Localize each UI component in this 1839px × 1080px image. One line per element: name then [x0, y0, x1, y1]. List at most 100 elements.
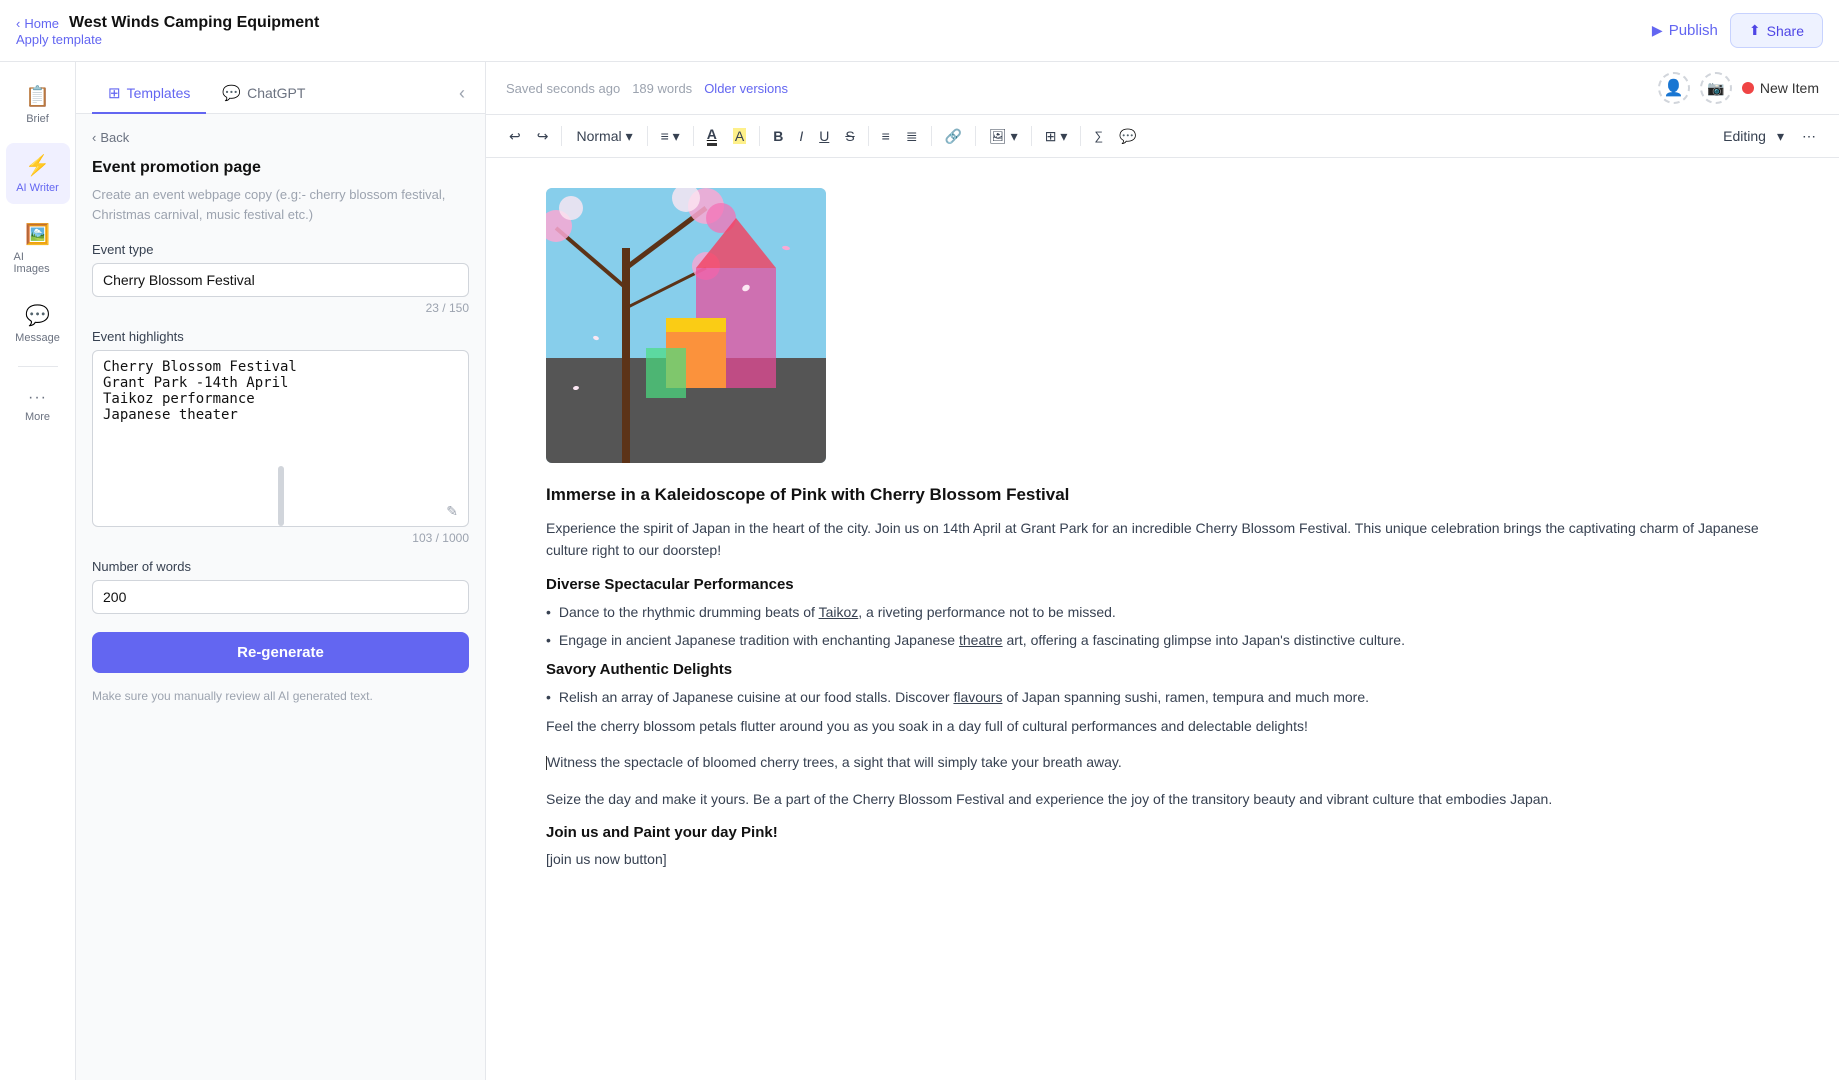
toolbar-sep-7 — [975, 126, 976, 146]
home-link[interactable]: ‹ Home — [16, 16, 59, 31]
regenerate-button[interactable]: Re-generate — [92, 632, 469, 673]
sidebar-item-ai-images[interactable]: 🖼️ AI Images — [6, 212, 70, 285]
ai-writer-icon: ⚡ — [25, 153, 50, 178]
editor-para3: Seize the day and make it yours. Be a pa… — [546, 788, 1779, 810]
top-bar-right: ▶ Publish ⬆ Share — [1652, 13, 1823, 48]
new-item-dot — [1742, 82, 1754, 94]
panel-description: Create an event webpage copy (e.g:- cher… — [92, 185, 469, 224]
bullet-item-3: Relish an array of Japanese cuisine at o… — [546, 686, 1779, 708]
sidebar-item-message[interactable]: 💬 Message — [6, 293, 70, 354]
ai-images-icon: 🖼️ — [25, 222, 50, 247]
align-button[interactable]: ≡ ▾ — [654, 123, 687, 150]
older-versions-link[interactable]: Older versions — [704, 81, 788, 96]
toolbar-sep-8 — [1031, 126, 1032, 146]
word-count-badge: 189 words — [632, 81, 692, 96]
editor-para2: Witness the spectacle of bloomed cherry … — [546, 751, 1779, 773]
camera-icon: 📷 — [1707, 80, 1724, 97]
panel-content: ‹ Back Event promotion page Create an ev… — [76, 114, 485, 1080]
italic-button[interactable]: I — [792, 123, 810, 149]
collapse-panel-button[interactable]: ‹ — [455, 79, 469, 108]
event-type-label: Event type — [92, 242, 469, 257]
char-count: 23 / 150 — [92, 301, 469, 315]
flavours-link[interactable]: flavours — [953, 689, 1002, 705]
publish-play-icon: ▶ — [1652, 22, 1663, 39]
panel-tabs: ⊞ Templates 💬 ChatGPT ‹ — [76, 62, 485, 114]
user-icon: 👤 — [1664, 78, 1684, 98]
cta-heading: Join us and Paint your day Pink! — [546, 824, 1779, 841]
avatar-circle-1: 👤 — [1658, 72, 1690, 104]
editing-chevron[interactable]: ▾ — [1770, 123, 1791, 150]
editor-para1: Feel the cherry blossom petals flutter a… — [546, 715, 1779, 737]
toolbar-sep-6 — [931, 126, 932, 146]
sidebar-divider — [18, 366, 58, 367]
publish-button[interactable]: ▶ Publish — [1652, 22, 1718, 39]
chevron-left-icon: ‹ — [16, 16, 20, 31]
apply-template-link[interactable]: Apply template — [16, 32, 319, 47]
link-button[interactable]: 🔗 — [938, 123, 969, 150]
undo-button[interactable]: ↩ — [502, 123, 528, 150]
table-button[interactable]: ⊞ ▾ — [1038, 123, 1075, 150]
templates-icon: ⊞ — [108, 84, 121, 102]
strikethrough-button[interactable]: S — [838, 123, 861, 149]
bullet-list-button[interactable]: ≡ — [875, 123, 897, 149]
main-layout: 📋 Brief ⚡ AI Writer 🖼️ AI Images 💬 Messa… — [0, 62, 1839, 1080]
edit-icon: ✎ — [446, 503, 458, 520]
text-color-button[interactable]: A — [700, 121, 724, 151]
sidebar-item-brief[interactable]: 📋 Brief — [6, 74, 70, 135]
highlight-button[interactable]: A — [726, 123, 753, 149]
event-highlights-label: Event highlights — [92, 329, 469, 344]
icon-sidebar: 📋 Brief ⚡ AI Writer 🖼️ AI Images 💬 Messa… — [0, 62, 76, 1080]
message-icon: 💬 — [25, 303, 50, 328]
bullet-item-2: Engage in ancient Japanese tradition wit… — [546, 629, 1779, 651]
number-of-words-label: Number of words — [92, 559, 469, 574]
bullet-item-1: Dance to the rhythmic drumming beats of … — [546, 601, 1779, 623]
redo-button[interactable]: ↪ — [530, 123, 556, 150]
toolbar-sep-2 — [647, 126, 648, 146]
bold-button[interactable]: B — [766, 123, 790, 149]
editing-label: Editing — [1723, 128, 1766, 144]
panel-sidebar: ⊞ Templates 💬 ChatGPT ‹ ‹ Back Event pro… — [76, 62, 486, 1080]
sidebar-item-ai-writer[interactable]: ⚡ AI Writer — [6, 143, 70, 204]
ordered-list-button[interactable]: ≣ — [899, 123, 925, 150]
editor-topbar-right: 👤 📷 New Item — [1658, 72, 1819, 104]
cta-button-placeholder[interactable]: [join us now button] — [546, 851, 1779, 867]
event-highlights-input[interactable]: Cherry Blossom Festival Grant Park -14th… — [93, 351, 468, 463]
theatre-link[interactable]: theatre — [959, 632, 1003, 648]
text-style-select[interactable]: Normal ▾ — [568, 124, 640, 149]
more-icon: ··· — [28, 389, 47, 407]
comment-button[interactable]: 💬 — [1112, 123, 1143, 150]
event-type-input[interactable] — [92, 263, 469, 297]
scrollbar-thumb — [278, 466, 284, 526]
page-title: West Winds Camping Equipment — [69, 14, 319, 32]
word-count: 103 / 1000 — [92, 531, 469, 545]
chevron-down-icon: ▾ — [626, 128, 633, 145]
editor-toolbar: ↩ ↪ Normal ▾ ≡ ▾ A A B I U S ≡ ≣ — [486, 115, 1839, 158]
text-color-icon: A — [707, 126, 717, 146]
saved-status: Saved seconds ago — [506, 81, 620, 96]
editing-section: Editing ▾ ⋯ — [1723, 123, 1823, 150]
toolbar-sep-5 — [868, 126, 869, 146]
back-button[interactable]: ‹ Back — [92, 130, 469, 145]
toolbar-sep-1 — [561, 126, 562, 146]
sidebar-item-more[interactable]: ··· More — [6, 379, 70, 433]
image-button[interactable]: 🖼 ▾ — [982, 123, 1025, 150]
share-button[interactable]: ⬆ Share — [1730, 13, 1823, 48]
more-options-button[interactable]: ⋯ — [1795, 123, 1823, 150]
editor-topbar: Saved seconds ago 189 words Older versio… — [486, 62, 1839, 115]
panel-title: Event promotion page — [92, 159, 469, 177]
tab-chatgpt[interactable]: 💬 ChatGPT — [206, 74, 321, 114]
disclaimer-text: Make sure you manually review all AI gen… — [92, 687, 469, 705]
number-of-words-input[interactable] — [92, 580, 469, 614]
toolbar-sep-4 — [759, 126, 760, 146]
taikoz-link[interactable]: Taikoz — [819, 604, 859, 620]
toolbar-sep-9 — [1080, 126, 1081, 146]
toolbar-sep-3 — [693, 126, 694, 146]
special-chars-button[interactable]: ∑ — [1087, 124, 1110, 148]
top-bar-left: ‹ Home West Winds Camping Equipment Appl… — [16, 14, 319, 47]
new-item-button[interactable]: New Item — [1742, 80, 1819, 96]
festival-image — [546, 188, 826, 463]
tab-templates[interactable]: ⊞ Templates — [92, 74, 206, 114]
avatar-circle-2: 📷 — [1700, 72, 1732, 104]
editor-status: Saved seconds ago 189 words Older versio… — [506, 81, 788, 96]
underline-button[interactable]: U — [812, 123, 836, 149]
